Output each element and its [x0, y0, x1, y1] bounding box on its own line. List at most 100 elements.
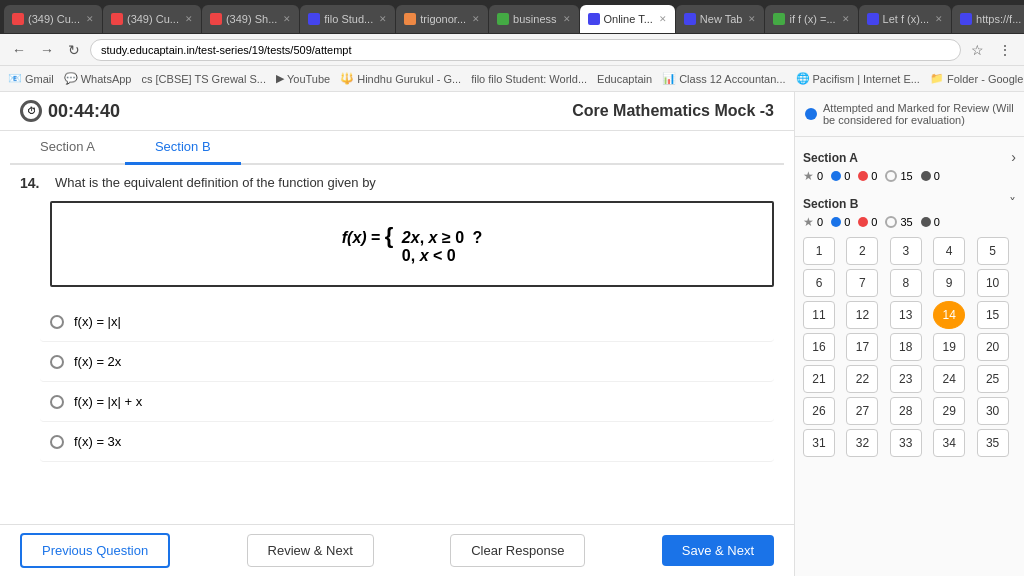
question-grid-btn-20[interactable]: 20: [977, 333, 1009, 361]
timer-icon: ⏱: [20, 100, 42, 122]
tab-favicon-1: [12, 13, 24, 25]
question-grid-btn-12[interactable]: 12: [846, 301, 878, 329]
tab-close-5[interactable]: ✕: [472, 14, 480, 24]
question-grid-btn-6[interactable]: 6: [803, 269, 835, 297]
tab-close-1[interactable]: ✕: [86, 14, 94, 24]
tab-2[interactable]: (349) Cu... ✕: [103, 5, 201, 33]
tab-11[interactable]: https://f... ✕: [952, 5, 1024, 33]
section-a-toggle[interactable]: ›: [1011, 149, 1016, 165]
tab-8[interactable]: New Tab ✕: [676, 5, 765, 33]
question-grid-btn-31[interactable]: 31: [803, 429, 835, 457]
question-grid-btn-35[interactable]: 35: [977, 429, 1009, 457]
previous-button[interactable]: Previous Question: [20, 533, 170, 568]
tab-close-2[interactable]: ✕: [185, 14, 193, 24]
clear-button[interactable]: Clear Response: [450, 534, 585, 567]
back-button[interactable]: ←: [8, 40, 30, 60]
save-next-button[interactable]: Save & Next: [662, 535, 774, 566]
question-grid-btn-11[interactable]: 11: [803, 301, 835, 329]
tab-9[interactable]: if f (x) =... ✕: [765, 5, 857, 33]
question-grid-btn-1[interactable]: 1: [803, 237, 835, 265]
tab-label-6: business: [513, 13, 556, 25]
tab-close-9[interactable]: ✕: [842, 14, 850, 24]
question-header: 14. What is the equivalent definition of…: [20, 175, 774, 191]
tab-4[interactable]: filo Stud... ✕: [300, 5, 395, 33]
address-bar[interactable]: [90, 39, 961, 61]
section-b-toggle[interactable]: ˅: [1009, 195, 1016, 211]
section-b-label: Section B: [803, 197, 858, 211]
question-grid-btn-17[interactable]: 17: [846, 333, 878, 361]
tab-section-b[interactable]: Section B: [125, 131, 241, 165]
bookmark-pacifism[interactable]: 🌐 Pacifism | Internet E...: [796, 72, 920, 85]
question-grid-btn-34[interactable]: 34: [933, 429, 965, 457]
tab-favicon-10: [867, 13, 879, 25]
question-grid-btn-22[interactable]: 22: [846, 365, 878, 393]
tab-6[interactable]: business ✕: [489, 5, 578, 33]
bookmark-whatsapp[interactable]: 💬 WhatsApp: [64, 72, 132, 85]
tab-10[interactable]: Let f (x)... ✕: [859, 5, 951, 33]
question-grid-btn-27[interactable]: 27: [846, 397, 878, 425]
tab-close-6[interactable]: ✕: [563, 14, 571, 24]
question-grid-btn-28[interactable]: 28: [890, 397, 922, 425]
tab-7[interactable]: Online T... ✕: [580, 5, 675, 33]
question-grid-btn-3[interactable]: 3: [890, 237, 922, 265]
tab-5[interactable]: trigonor... ✕: [396, 5, 488, 33]
question-grid-btn-8[interactable]: 8: [890, 269, 922, 297]
question-grid-btn-5[interactable]: 5: [977, 237, 1009, 265]
question-grid-btn-30[interactable]: 30: [977, 397, 1009, 425]
tab-close-7[interactable]: ✕: [659, 14, 667, 24]
question-grid-btn-16[interactable]: 16: [803, 333, 835, 361]
forward-button[interactable]: →: [36, 40, 58, 60]
section-a-label: Section A: [803, 151, 858, 165]
bookmark-gmail[interactable]: 📧 Gmail: [8, 72, 54, 85]
timer-value: 00:44:40: [48, 101, 120, 122]
math-formula: f(x) = { 2x, x ≥ 0 0, x < 0 ?: [72, 223, 752, 265]
tab-3[interactable]: (349) Sh... ✕: [202, 5, 299, 33]
option-d[interactable]: f(x) = 3x: [40, 422, 774, 462]
bookmark-hindhu[interactable]: 🔱 Hindhu Gurukul - G...: [340, 72, 461, 85]
question-grid-btn-25[interactable]: 25: [977, 365, 1009, 393]
question-grid-btn-2[interactable]: 2: [846, 237, 878, 265]
menu-button[interactable]: ⋮: [994, 40, 1016, 60]
question-grid-btn-33[interactable]: 33: [890, 429, 922, 457]
bookmark-youtube[interactable]: ▶ YouTube: [276, 72, 330, 85]
bookmark-cs[interactable]: cs [CBSE] TS Grewal S...: [141, 73, 266, 85]
reload-button[interactable]: ↻: [64, 40, 84, 60]
bookmark-filo[interactable]: filo filo Student: World...: [471, 73, 587, 85]
question-grid-btn-9[interactable]: 9: [933, 269, 965, 297]
question-grid-btn-10[interactable]: 10: [977, 269, 1009, 297]
question-grid-btn-4[interactable]: 4: [933, 237, 965, 265]
tab-1[interactable]: (349) Cu... ✕: [4, 5, 102, 33]
tab-close-8[interactable]: ✕: [748, 14, 756, 24]
question-grid-btn-13[interactable]: 13: [890, 301, 922, 329]
question-grid-btn-24[interactable]: 24: [933, 365, 965, 393]
question-grid-btn-15[interactable]: 15: [977, 301, 1009, 329]
question-grid-btn-29[interactable]: 29: [933, 397, 965, 425]
bookmarks-bar: 📧 Gmail 💬 WhatsApp cs [CBSE] TS Grewal S…: [0, 66, 1024, 92]
tab-section-a[interactable]: Section A: [10, 131, 125, 165]
question-grid-btn-23[interactable]: 23: [890, 365, 922, 393]
option-c-text: f(x) = |x| + x: [74, 394, 142, 409]
bookmark-folder[interactable]: 📁 Folder - Google Dri...: [930, 72, 1024, 85]
bookmark-educaptain[interactable]: Educaptain: [597, 73, 652, 85]
bookmark-button[interactable]: ☆: [967, 40, 988, 60]
question-grid-btn-32[interactable]: 32: [846, 429, 878, 457]
question-grid-btn-18[interactable]: 18: [890, 333, 922, 361]
option-b[interactable]: f(x) = 2x: [40, 342, 774, 382]
option-c[interactable]: f(x) = |x| + x: [40, 382, 774, 422]
tab-favicon-9: [773, 13, 785, 25]
question-grid-btn-21[interactable]: 21: [803, 365, 835, 393]
tab-close-10[interactable]: ✕: [935, 14, 943, 24]
tab-label-10: Let f (x)...: [883, 13, 929, 25]
option-a[interactable]: f(x) = |x|: [40, 302, 774, 342]
bookmark-class12[interactable]: 📊 Class 12 Accountan...: [662, 72, 785, 85]
tab-favicon-5: [404, 13, 416, 25]
tab-close-4[interactable]: ✕: [379, 14, 387, 24]
tab-close-3[interactable]: ✕: [283, 14, 291, 24]
tab-favicon-6: [497, 13, 509, 25]
question-grid-btn-26[interactable]: 26: [803, 397, 835, 425]
question-grid-btn-7[interactable]: 7: [846, 269, 878, 297]
question-grid-btn-14[interactable]: 14: [933, 301, 965, 329]
question-grid-btn-19[interactable]: 19: [933, 333, 965, 361]
review-button[interactable]: Review & Next: [247, 534, 374, 567]
option-radio-d: [50, 435, 64, 449]
